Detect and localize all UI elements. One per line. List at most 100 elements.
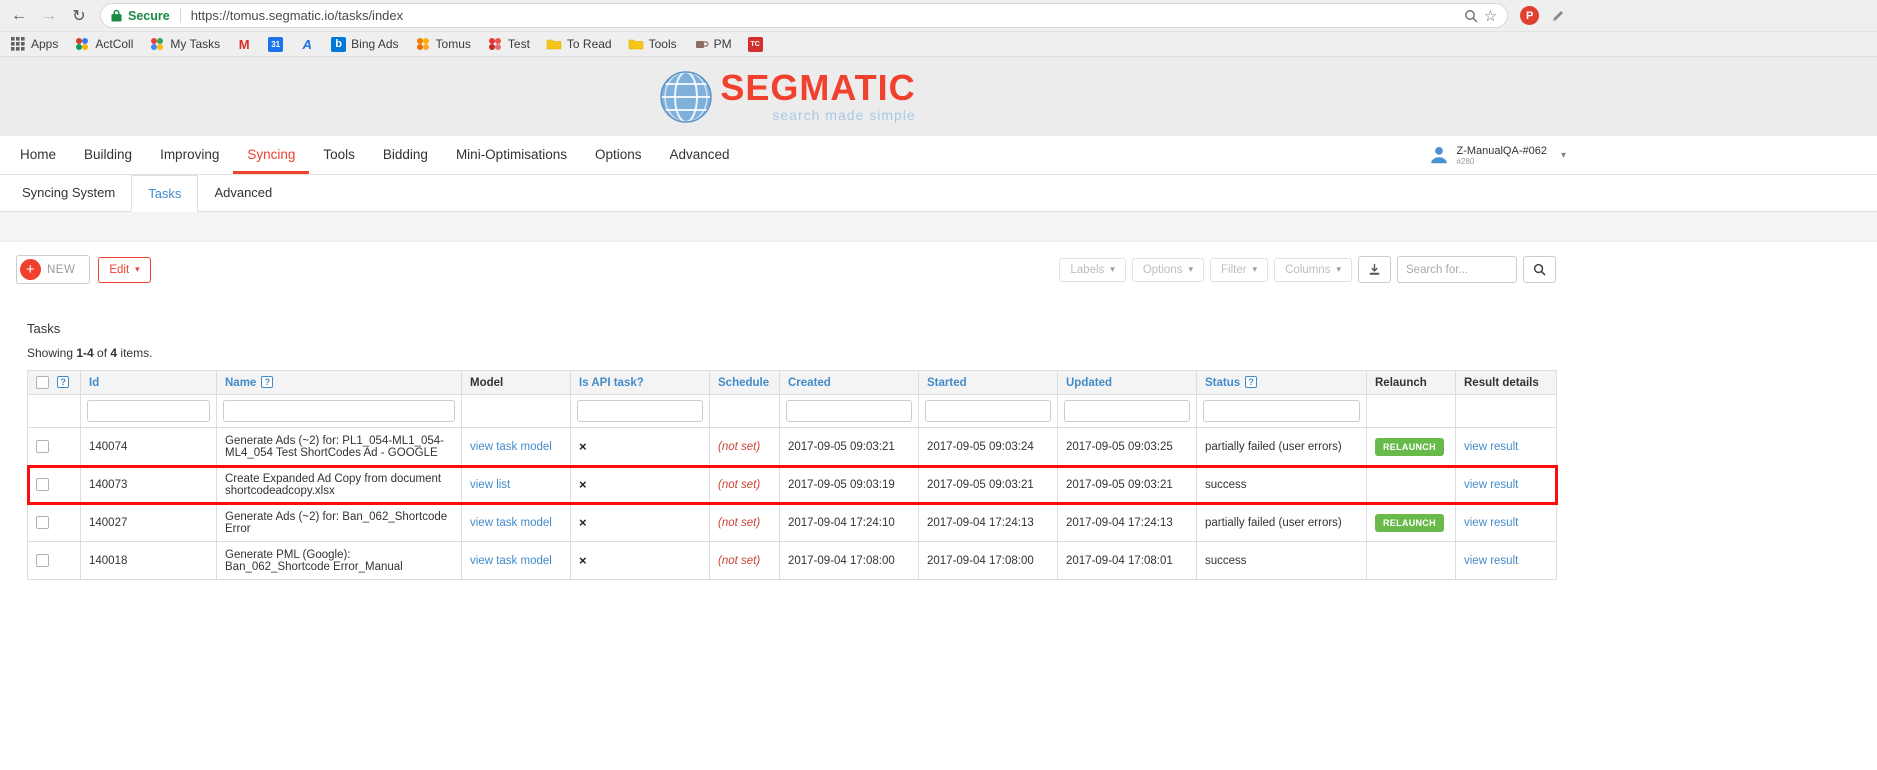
updated-value: 2017-09-05 09:03:25	[1066, 440, 1173, 453]
status-value: partially failed (user errors)	[1205, 440, 1342, 453]
view-result-link[interactable]: view result	[1464, 517, 1518, 529]
extension-pencil-icon[interactable]	[1549, 7, 1567, 25]
download-icon	[1369, 263, 1380, 275]
updated-value: 2017-09-05 09:03:21	[1066, 478, 1173, 491]
nav-item-options[interactable]: Options	[581, 136, 656, 174]
schedule-value: (not set)	[718, 554, 761, 567]
bookmark-bing-ads[interactable]: b Bing Ads	[331, 36, 399, 52]
column-header-created[interactable]: Created	[779, 369, 919, 396]
api-false-icon: ×	[579, 515, 587, 531]
select-all-checkbox[interactable]	[36, 376, 49, 390]
task-name: Generate Ads (~2) for: Ban_062_Shortcode…	[225, 510, 448, 535]
view-result-link[interactable]: view result	[1464, 555, 1518, 567]
export-button[interactable]	[1358, 256, 1391, 283]
nav-item-building[interactable]: Building	[70, 136, 146, 174]
new-button-label: NEW	[47, 263, 76, 276]
row-checkbox[interactable]	[36, 478, 49, 492]
bookmark-apps[interactable]: Apps	[10, 36, 58, 52]
table-header-row: ? Id Name? Model Is API task? Schedule Created…	[27, 369, 1557, 396]
view-result-link[interactable]: view result	[1464, 441, 1518, 453]
view-model-link[interactable]: view task model	[470, 555, 552, 567]
filter-input-name[interactable]	[223, 400, 455, 423]
calendar-icon: 31	[268, 36, 284, 52]
page-title: Tasks	[27, 321, 61, 336]
column-header-name[interactable]: Name?	[216, 369, 462, 396]
schedule-value: (not set)	[718, 478, 761, 491]
row-checkbox[interactable]	[36, 516, 49, 530]
secure-label: Secure	[128, 8, 170, 23]
table-filter-row	[27, 394, 1557, 429]
nav-item-home[interactable]: Home	[6, 136, 70, 174]
task-name: Generate PML (Google): Ban_062_Shortcode…	[225, 548, 403, 573]
row-checkbox[interactable]	[36, 554, 49, 568]
bookmark-tomus[interactable]: Tomus	[415, 36, 471, 52]
bookmark-test[interactable]: Test	[487, 36, 530, 52]
task-row-140073: 140073 Create Expanded Ad Copy from docum…	[26, 464, 1558, 505]
back-icon[interactable]: ←	[6, 4, 32, 28]
created-value: 2017-09-04 17:08:00	[788, 554, 895, 567]
bookmark-to-read[interactable]: To Read	[546, 36, 612, 52]
column-header-id[interactable]: Id	[80, 369, 217, 396]
filter-input-status[interactable]	[1203, 400, 1360, 423]
filter-input-api[interactable]	[577, 400, 703, 423]
bookmark-gmail[interactable]: M	[236, 36, 252, 52]
bookmark-my-tasks[interactable]: My Tasks	[149, 36, 220, 52]
view-model-link[interactable]: view task model	[470, 517, 552, 529]
bookmark-actcoll[interactable]: ActColl	[74, 36, 133, 52]
bookmark-calendar[interactable]: 31	[268, 36, 284, 52]
nav-item-syncing[interactable]: Syncing	[233, 136, 309, 174]
user-menu[interactable]: Z-ManualQA-#062 #280 ▾	[1428, 136, 1576, 174]
new-button[interactable]: + NEW	[16, 255, 91, 284]
nav-item-advanced[interactable]: Advanced	[656, 136, 744, 174]
relaunch-button[interactable]: RELAUNCH	[1375, 513, 1444, 532]
forward-icon[interactable]: →	[36, 4, 62, 28]
page-toolbar: + NEW Edit ▾ Labels ▾ Options ▾ Filter ▾ Colum…	[0, 242, 1576, 297]
dots-cluster-icon	[76, 38, 89, 50]
column-header-updated[interactable]: Updated	[1057, 369, 1197, 396]
created-value: 2017-09-05 09:03:19	[788, 478, 895, 491]
nav-item-improving[interactable]: Improving	[146, 136, 233, 174]
bookmark-pm[interactable]: PM	[693, 36, 732, 52]
bookmark-tc[interactable]: TC	[747, 36, 763, 52]
nav-item-tools[interactable]: Tools	[309, 136, 369, 174]
nav-item-mini-optimisations[interactable]: Mini-Optimisations	[442, 136, 581, 174]
view-model-link[interactable]: view task model	[470, 441, 552, 453]
nav-item-bidding[interactable]: Bidding	[369, 136, 442, 174]
search-button[interactable]	[1523, 256, 1556, 283]
columns-dropdown-button[interactable]: Columns ▾	[1274, 257, 1352, 282]
view-model-link[interactable]: view list	[470, 479, 510, 491]
search-icon	[1533, 263, 1546, 276]
address-bar[interactable]: Secure https://tomus.segmatic.io/tasks/i…	[100, 3, 1509, 28]
subnav-item-advanced[interactable]: Advanced	[198, 175, 288, 211]
view-result-link[interactable]: view result	[1464, 479, 1518, 491]
filter-input-updated[interactable]	[1064, 400, 1190, 423]
labels-dropdown-button[interactable]: Labels ▾	[1059, 257, 1126, 282]
options-dropdown-button[interactable]: Options ▾	[1131, 257, 1204, 282]
filter-dropdown-button[interactable]: Filter ▾	[1209, 257, 1269, 282]
zoom-icon[interactable]	[1464, 9, 1478, 23]
user-name: Z-ManualQA-#062	[1456, 144, 1547, 157]
filter-input-id[interactable]	[87, 400, 210, 423]
created-value: 2017-09-04 17:24:10	[788, 516, 895, 529]
bookmark-tools[interactable]: Tools	[628, 36, 677, 52]
help-icon[interactable]: ?	[261, 376, 274, 389]
search-input[interactable]	[1397, 256, 1517, 283]
subnav-item-syncing-system[interactable]: Syncing System	[6, 175, 131, 211]
subnav-item-tasks[interactable]: Tasks	[131, 175, 199, 212]
column-header-schedule[interactable]: Schedule	[709, 369, 780, 396]
filter-input-started[interactable]	[925, 400, 1051, 423]
bookmark-star-icon[interactable]: ☆	[1484, 7, 1497, 25]
column-header-started[interactable]: Started	[918, 369, 1058, 396]
bookmark-analytics[interactable]: A	[299, 36, 315, 52]
help-icon[interactable]: ?	[1245, 376, 1258, 389]
row-checkbox[interactable]	[36, 440, 49, 454]
column-header-status[interactable]: Status?	[1196, 369, 1367, 396]
column-header-api[interactable]: Is API task?	[570, 369, 710, 396]
edit-button[interactable]: Edit ▾	[98, 256, 151, 283]
extension-p-icon[interactable]: P	[1520, 6, 1540, 25]
help-icon[interactable]: ?	[57, 376, 70, 388]
relaunch-button[interactable]: RELAUNCH	[1375, 437, 1444, 456]
refresh-icon[interactable]: ↻	[66, 4, 92, 28]
tasks-table: ? Id Name? Model Is API task? Schedule Created…	[26, 369, 1558, 581]
filter-input-created[interactable]	[786, 400, 912, 423]
